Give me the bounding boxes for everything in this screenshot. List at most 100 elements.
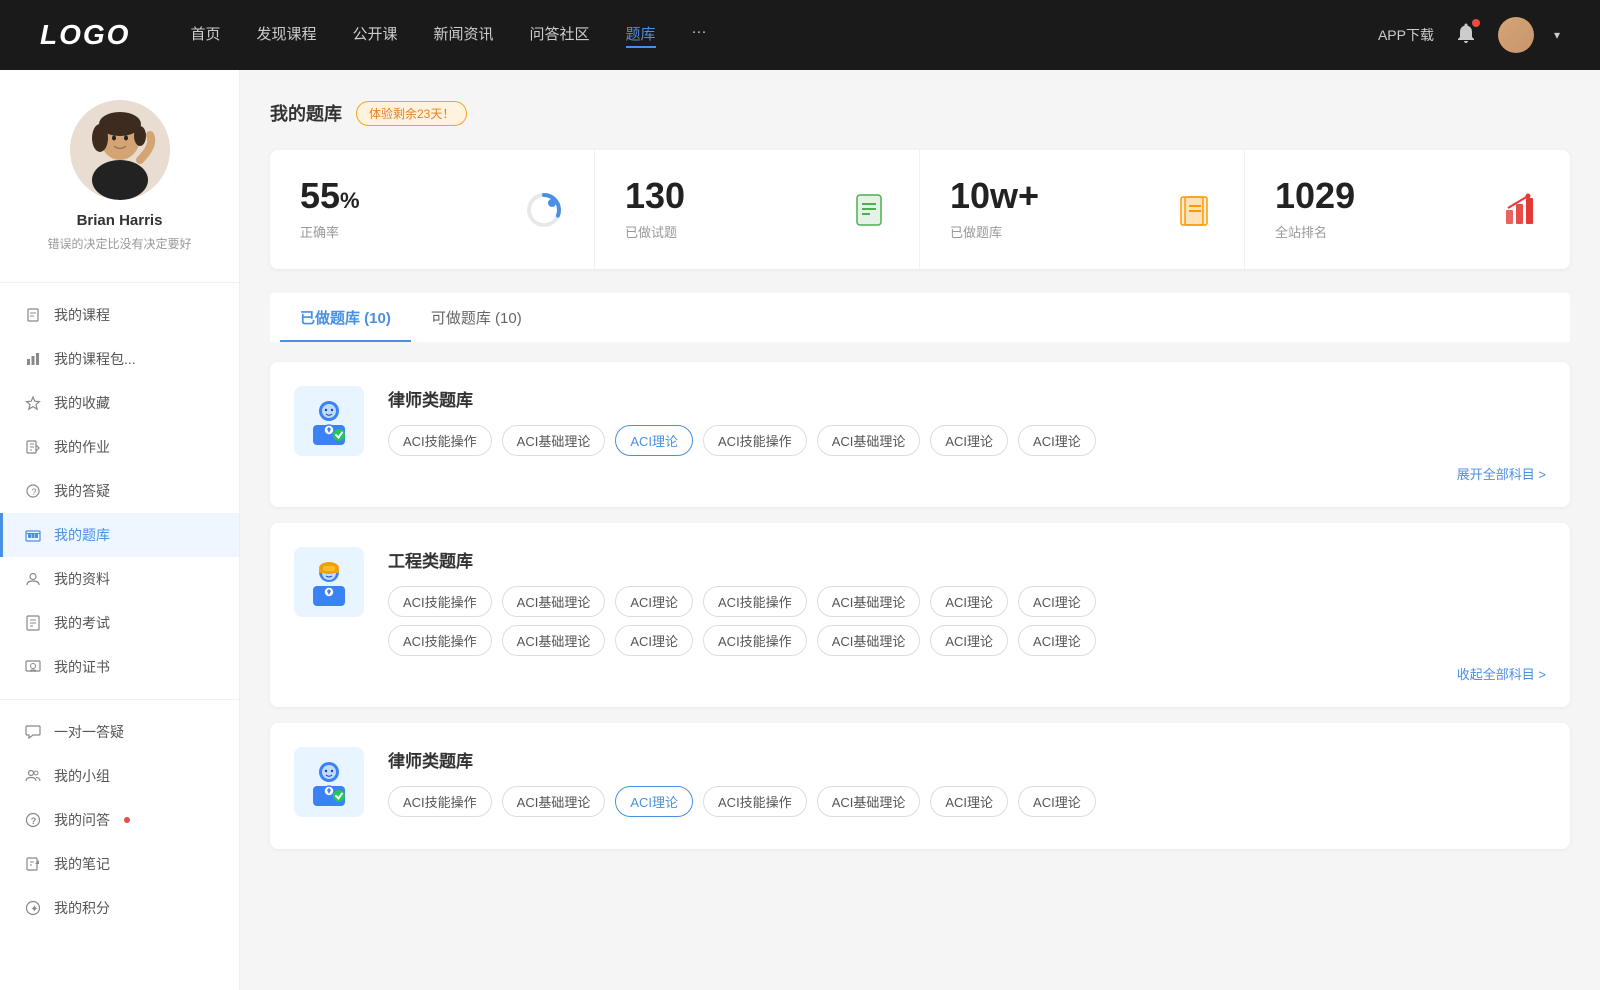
trial-badge: 体验剩余23天！ [356, 101, 467, 126]
tag[interactable]: ACI理论 [615, 586, 693, 617]
tag[interactable]: ACI基础理论 [817, 625, 921, 656]
sidebar-item-my-group[interactable]: 我的小组 [0, 754, 239, 798]
tag-active[interactable]: ACI理论 [615, 425, 693, 456]
sidebar-label: 我的题库 [54, 525, 110, 545]
sidebar-item-my-course[interactable]: 我的课程 [0, 293, 239, 337]
tag[interactable]: ACI理论 [930, 786, 1008, 817]
sidebar-item-my-exam[interactable]: 我的考试 [0, 601, 239, 645]
tag[interactable]: ACI技能操作 [388, 625, 492, 656]
nav-bank[interactable]: 题库 [626, 23, 656, 48]
tag[interactable]: ACI基础理论 [817, 586, 921, 617]
notification-bell[interactable] [1454, 21, 1478, 50]
lawyer-icon-1 [294, 386, 364, 456]
sidebar-item-my-qa[interactable]: ? 我的答疑 [0, 469, 239, 513]
sidebar-item-my-note[interactable]: 我的笔记 [0, 842, 239, 886]
sidebar-label: 我的答疑 [54, 481, 110, 501]
lawyer-icon-2 [294, 747, 364, 817]
sidebar-item-my-answer[interactable]: ? 我的问答 [0, 798, 239, 842]
tag[interactable]: ACI理论 [930, 625, 1008, 656]
tag[interactable]: ACI基础理论 [502, 586, 606, 617]
stat-value-banks: 10w+ [950, 178, 1158, 214]
stat-rank: 1029 全站排名 [1245, 150, 1570, 269]
stat-banks: 10w+ 已做题库 [920, 150, 1245, 269]
collapse-link-engineer-1[interactable]: 收起全部科目 > [388, 664, 1546, 683]
sidebar-item-my-homework[interactable]: 我的作业 [0, 425, 239, 469]
nav-news[interactable]: 新闻资讯 [434, 23, 494, 48]
nav-discover[interactable]: 发现课程 [256, 23, 316, 48]
tag-active[interactable]: ACI理论 [615, 786, 693, 817]
avatar[interactable] [1498, 17, 1534, 53]
tag[interactable]: ACI技能操作 [703, 586, 807, 617]
stat-value-accuracy: 55% [300, 178, 508, 214]
sidebar-item-one-on-one[interactable]: 一对一答疑 [0, 710, 239, 754]
app-download-btn[interactable]: APP下载 [1378, 25, 1434, 45]
tag[interactable]: ACI理论 [1018, 786, 1096, 817]
sidebar-label: 我的作业 [54, 437, 110, 457]
sidebar-label: 我的笔记 [54, 854, 110, 874]
stat-value-rank: 1029 [1275, 178, 1484, 214]
tag[interactable]: ACI理论 [1018, 625, 1096, 656]
tag[interactable]: ACI理论 [615, 625, 693, 656]
nav-home[interactable]: 首页 [190, 23, 220, 48]
layout: Brian Harris 错误的决定比没有决定要好 我的课程 我的课程包... [0, 70, 1600, 990]
sidebar-item-my-package[interactable]: 我的课程包... [0, 337, 239, 381]
nav-more[interactable]: ··· [692, 23, 707, 48]
tag[interactable]: ACI技能操作 [388, 425, 492, 456]
tab-done[interactable]: 已做题库 (10) [280, 293, 411, 342]
tag[interactable]: ACI技能操作 [703, 425, 807, 456]
nav-links: 首页 发现课程 公开课 新闻资讯 问答社区 题库 ··· [190, 23, 1378, 48]
tag[interactable]: ACI技能操作 [703, 786, 807, 817]
sidebar-item-my-bank[interactable]: 我的题库 [0, 513, 239, 557]
bank-icon [24, 526, 42, 544]
tag[interactable]: ACI技能操作 [388, 786, 492, 817]
stat-value-questions: 130 [625, 178, 833, 214]
tag[interactable]: ACI技能操作 [703, 625, 807, 656]
note-icon [24, 855, 42, 873]
tag[interactable]: ACI技能操作 [388, 586, 492, 617]
profile-name: Brian Harris [77, 212, 163, 229]
profile-motto: 错误的决定比没有决定要好 [47, 235, 191, 252]
tags-row-lawyer-2: ACI技能操作 ACI基础理论 ACI理论 ACI技能操作 ACI基础理论 AC… [388, 786, 1546, 817]
sidebar-label: 我的收藏 [54, 393, 110, 413]
stat-label-accuracy: 正确率 [300, 222, 508, 241]
tag[interactable]: ACI基础理论 [502, 425, 606, 456]
nav-qa[interactable]: 问答社区 [530, 23, 590, 48]
logo: LOGO [40, 19, 130, 51]
svg-text:?: ? [31, 816, 37, 826]
sidebar-item-my-favorite[interactable]: 我的收藏 [0, 381, 239, 425]
sidebar-item-my-points[interactable]: ✦ 我的积分 [0, 886, 239, 930]
tabs-row: 已做题库 (10) 可做题库 (10) [270, 293, 1570, 342]
avatar-illustration [70, 100, 170, 200]
tag[interactable]: ACI基础理论 [817, 425, 921, 456]
sidebar-label: 我的资料 [54, 569, 110, 589]
tag[interactable]: ACI基础理论 [817, 786, 921, 817]
chart-bar-icon [24, 350, 42, 368]
help-circle-icon: ? [24, 482, 42, 500]
category-lawyer-2: 律师类题库 ACI技能操作 ACI基础理论 ACI理论 ACI技能操作 ACI基… [270, 723, 1570, 849]
sidebar-menu: 我的课程 我的课程包... 我的收藏 我的作业 [0, 293, 239, 930]
exam-icon [24, 614, 42, 632]
qbank-header: 我的题库 体验剩余23天！ [270, 100, 1570, 126]
tag[interactable]: ACI基础理论 [502, 625, 606, 656]
tag[interactable]: ACI理论 [1018, 586, 1096, 617]
sidebar: Brian Harris 错误的决定比没有决定要好 我的课程 我的课程包... [0, 70, 240, 990]
stat-questions: 130 已做试题 [595, 150, 920, 269]
cert-icon [24, 658, 42, 676]
bell-dot [1472, 19, 1480, 27]
tab-available[interactable]: 可做题库 (10) [411, 293, 542, 342]
category-lawyer-1: 律师类题库 ACI技能操作 ACI基础理论 ACI理论 ACI技能操作 ACI基… [270, 362, 1570, 507]
expand-link-lawyer-1[interactable]: 展开全部科目 > [388, 464, 1546, 483]
sidebar-label: 我的课程 [54, 305, 110, 325]
svg-text:✦: ✦ [30, 904, 38, 915]
tag[interactable]: ACI理论 [930, 586, 1008, 617]
nav-opencourse[interactable]: 公开课 [352, 23, 397, 48]
avatar-dropdown-chevron[interactable]: ▾ [1554, 28, 1560, 42]
tag[interactable]: ACI理论 [1018, 425, 1096, 456]
sidebar-item-my-profile[interactable]: 我的资料 [0, 557, 239, 601]
tag[interactable]: ACI基础理论 [502, 786, 606, 817]
profile-avatar [70, 100, 170, 200]
svg-text:?: ? [32, 487, 37, 497]
sidebar-item-my-cert[interactable]: 我的证书 [0, 645, 239, 689]
stat-label-rank: 全站排名 [1275, 222, 1484, 241]
tag[interactable]: ACI理论 [930, 425, 1008, 456]
